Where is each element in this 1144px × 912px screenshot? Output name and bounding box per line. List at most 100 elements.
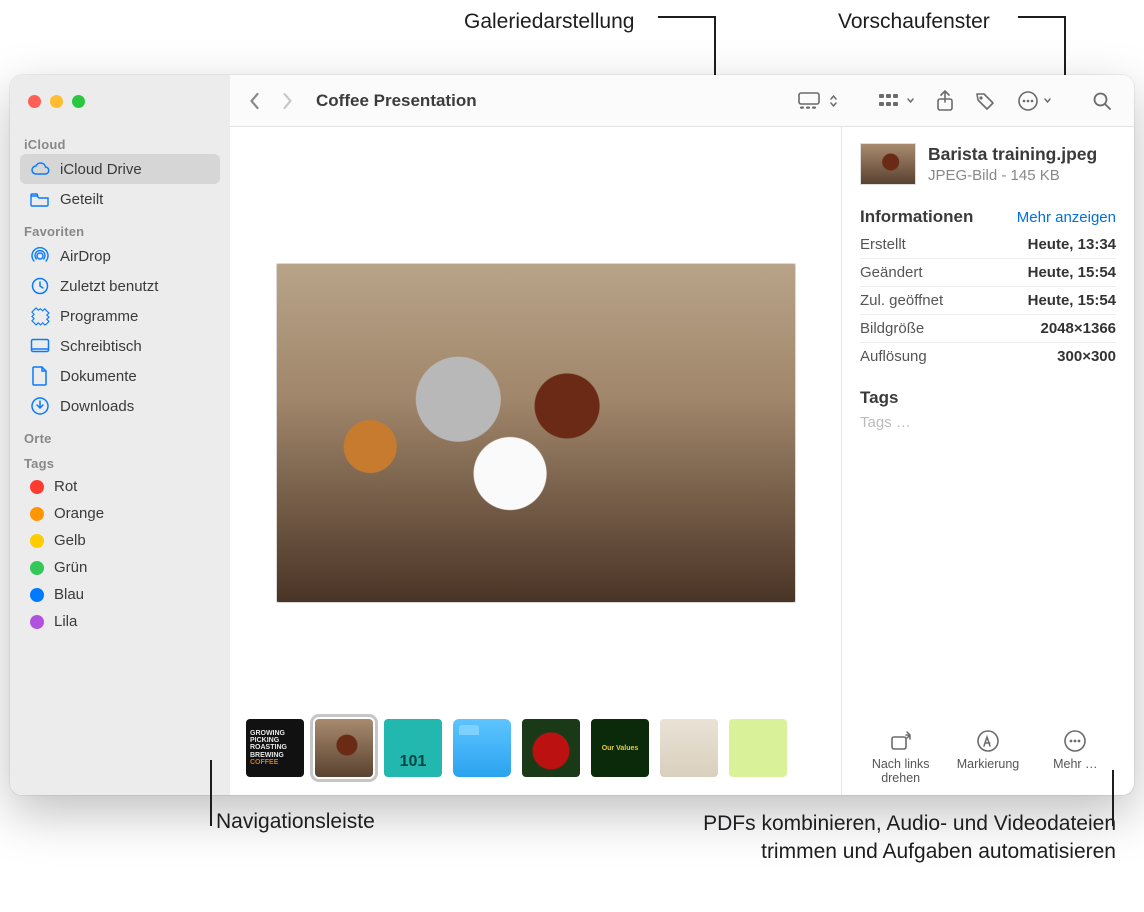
info-value: 2048×1366	[1041, 320, 1117, 337]
sidebar-item-label: Gelb	[54, 532, 86, 549]
doc-icon	[30, 366, 50, 386]
filmstrip-thumb[interactable]	[660, 719, 718, 777]
quick-actions: Nach links drehen Markierung Mehr …	[860, 719, 1116, 785]
sidebar-tag-item[interactable]: Rot	[20, 473, 220, 500]
tag-dot-icon	[30, 507, 44, 521]
show-more-link[interactable]: Mehr anzeigen	[1017, 209, 1116, 226]
sidebar-item-desktop[interactable]: Schreibtisch	[20, 331, 220, 361]
tag-dot-icon	[30, 534, 44, 548]
info-value: 300×300	[1057, 348, 1116, 365]
tag-dot-icon	[30, 615, 44, 629]
info-key: Zul. geöffnet	[860, 292, 943, 309]
filmstrip-thumb-folder[interactable]	[453, 719, 511, 777]
callout-line	[210, 760, 212, 826]
rotate-left-button[interactable]: Nach links drehen	[860, 729, 941, 785]
markup-icon	[973, 729, 1003, 753]
qa-label: Mehr …	[1035, 757, 1116, 771]
download-icon	[30, 396, 50, 416]
info-row: Zul. geöffnet Heute, 15:54	[860, 286, 1116, 314]
callout-line	[1018, 16, 1064, 18]
tags-input[interactable]: Tags …	[860, 414, 1116, 431]
inspector-filename: Barista training.jpeg	[928, 144, 1097, 165]
sidebar-tag-item[interactable]: Gelb	[20, 527, 220, 554]
cloud-icon	[30, 159, 50, 179]
sidebar-tag-item[interactable]: Lila	[20, 608, 220, 635]
info-row: Geändert Heute, 15:54	[860, 258, 1116, 286]
sidebar-item-label: Schreibtisch	[60, 338, 142, 355]
thumb-label: 101	[400, 753, 427, 771]
sidebar-item-label: Grün	[54, 559, 87, 576]
more-actions-button[interactable]	[1007, 90, 1062, 112]
share-button[interactable]	[925, 90, 965, 112]
callout-line	[714, 16, 716, 76]
info-key: Erstellt	[860, 236, 906, 253]
desktop-icon	[30, 336, 50, 356]
titlebar: Coffee Presentation	[10, 75, 1134, 127]
inspector-thumbnail	[860, 143, 916, 185]
sidebar-item-label: iCloud Drive	[60, 161, 142, 178]
filmstrip-thumb[interactable]	[522, 719, 580, 777]
filmstrip: GROWINGPICKINGROASTINGBREWINGCOFFEE 101 …	[230, 709, 841, 795]
sidebar-item-recents[interactable]: Zuletzt benutzt	[20, 271, 220, 301]
sidebar-item-label: Blau	[54, 586, 84, 603]
sidebar-item-label: Orange	[54, 505, 104, 522]
sidebar-tag-item[interactable]: Grün	[20, 554, 220, 581]
tags-button[interactable]	[965, 91, 1007, 111]
nav-forward-button[interactable]	[275, 92, 300, 110]
group-by-button[interactable]	[868, 92, 925, 110]
preview-panel: Barista training.jpeg JPEG-Bild - 145 KB…	[841, 127, 1134, 795]
thumb-label: Our Values	[602, 745, 639, 752]
callout-gallery-view: Galeriedarstellung	[464, 10, 634, 34]
info-row: Erstellt Heute, 13:34	[860, 231, 1116, 258]
sidebar-tag-item[interactable]: Orange	[20, 500, 220, 527]
sidebar-item-shared[interactable]: Geteilt	[20, 184, 220, 214]
filmstrip-thumb-selected[interactable]	[315, 719, 373, 777]
rotate-left-icon	[886, 729, 916, 753]
sidebar-item-label: Programme	[60, 308, 138, 325]
sidebar-item-label: AirDrop	[60, 248, 111, 265]
sidebar-tag-item[interactable]: Blau	[20, 581, 220, 608]
tag-dot-icon	[30, 561, 44, 575]
info-key: Auflösung	[860, 348, 927, 365]
filmstrip-thumb[interactable]: 101	[384, 719, 442, 777]
info-key: Bildgröße	[860, 320, 924, 337]
callout-line	[658, 16, 714, 18]
sidebar-section-tags: Tags	[24, 456, 216, 471]
finder-window: Coffee Presentation	[10, 75, 1134, 795]
sidebar-item-applications[interactable]: Programme	[20, 301, 220, 331]
zoom-window-button[interactable]	[72, 95, 85, 108]
sidebar-section-locations: Orte	[24, 431, 216, 446]
info-row: Bildgröße 2048×1366	[860, 314, 1116, 342]
gallery-preview-image[interactable]	[276, 263, 796, 603]
sidebar-item-label: Dokumente	[60, 368, 137, 385]
inspector-subtitle: JPEG-Bild - 145 KB	[928, 167, 1097, 184]
info-key: Geändert	[860, 264, 923, 281]
filmstrip-thumb[interactable]: GROWINGPICKINGROASTINGBREWINGCOFFEE	[246, 719, 304, 777]
inspector-section-info: Informationen	[860, 207, 973, 227]
search-button[interactable]	[1082, 91, 1122, 111]
nav-back-button[interactable]	[242, 92, 267, 110]
markup-button[interactable]: Markierung	[947, 729, 1028, 785]
sidebar-item-icloud-drive[interactable]: iCloud Drive	[20, 154, 220, 184]
view-mode-gallery-button[interactable]	[787, 91, 848, 111]
filmstrip-thumb[interactable]: Our Values	[591, 719, 649, 777]
window-title: Coffee Presentation	[316, 91, 477, 111]
info-value: Heute, 13:34	[1028, 236, 1116, 253]
minimize-window-button[interactable]	[50, 95, 63, 108]
tag-dot-icon	[30, 480, 44, 494]
sidebar-item-label: Lila	[54, 613, 77, 630]
sidebar-item-downloads[interactable]: Downloads	[20, 391, 220, 421]
more-icon	[1060, 729, 1090, 753]
close-window-button[interactable]	[28, 95, 41, 108]
sidebar-item-label: Zuletzt benutzt	[60, 278, 158, 295]
window-controls	[10, 75, 230, 127]
sidebar-item-label: Geteilt	[60, 191, 103, 208]
filmstrip-thumb[interactable]	[729, 719, 787, 777]
more-quick-actions-button[interactable]: Mehr …	[1035, 729, 1116, 785]
callout-nav-bar: Navigationsleiste	[216, 810, 375, 834]
sidebar-item-documents[interactable]: Dokumente	[20, 361, 220, 391]
info-value: Heute, 15:54	[1028, 292, 1116, 309]
info-value: Heute, 15:54	[1028, 264, 1116, 281]
callout-preview-pane: Vorschaufenster	[838, 10, 990, 34]
sidebar-item-airdrop[interactable]: AirDrop	[20, 241, 220, 271]
